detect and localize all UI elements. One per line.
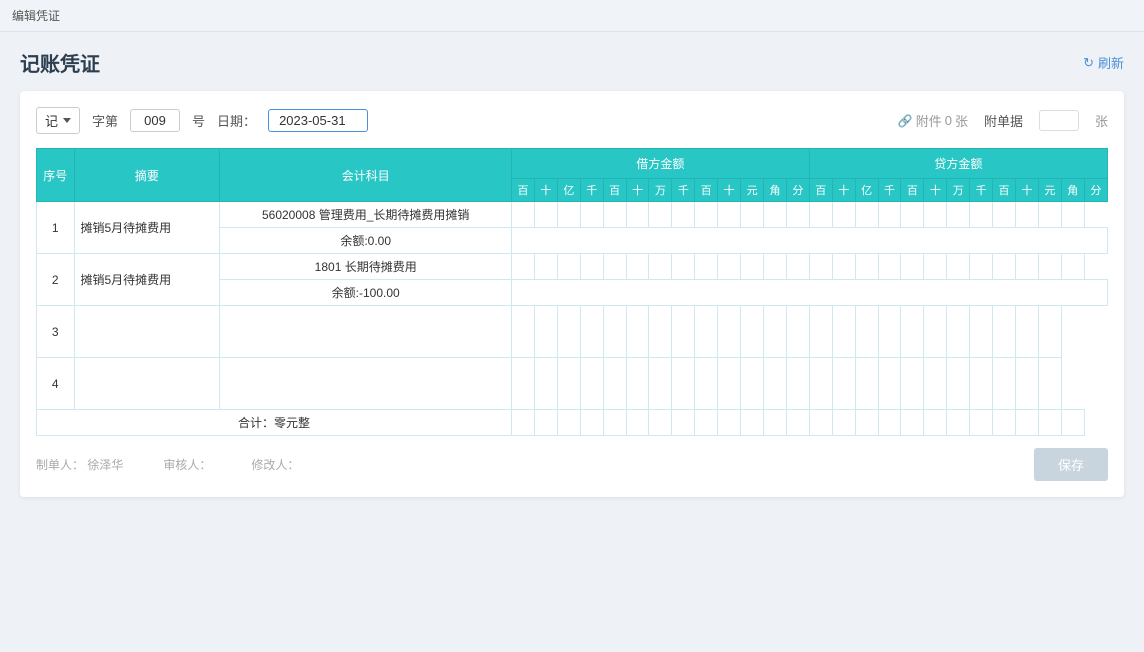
balance-cell-1: 余额:0.00 bbox=[220, 228, 512, 254]
sub-亿1: 亿 bbox=[557, 179, 580, 202]
sub-十3: 十 bbox=[718, 179, 741, 202]
attachment-link[interactable]: 🔗 附件 0 张 bbox=[898, 111, 968, 130]
sub-十6: 十 bbox=[1015, 179, 1038, 202]
chevron-down-icon bbox=[63, 118, 71, 123]
table-row-4: 4 bbox=[37, 358, 1108, 410]
date-value: 2023-05-31 bbox=[279, 113, 346, 128]
page-title: 记账凭证 bbox=[20, 48, 100, 77]
date-field[interactable]: 2023-05-31 bbox=[268, 109, 368, 132]
footer-row: 制单人： 徐泽华 审核人： 修改人： 保存 bbox=[36, 448, 1108, 481]
record-type-button[interactable]: 记 bbox=[36, 107, 80, 134]
paperclip-icon: 🔗 bbox=[898, 114, 913, 128]
save-button[interactable]: 保存 bbox=[1034, 448, 1108, 481]
table-container: 序号 摘要 会计科目 借方金额 贷方金额 百 十 亿 千 百 十 万 bbox=[36, 148, 1108, 436]
account-cell-4[interactable] bbox=[220, 358, 512, 410]
refresh-icon: ↻ bbox=[1083, 55, 1094, 71]
sub-角1: 角 bbox=[764, 179, 787, 202]
col-account-header: 会计科目 bbox=[220, 149, 512, 202]
balance-cell-2: 余额:-100.00 bbox=[220, 280, 512, 306]
voucher-card: 记 字第 009 号 日期： 2023-05-31 🔗 附件 0 张 附单据 bbox=[20, 91, 1124, 497]
account-cell-1[interactable]: 56020008 管理费用_长期待摊费用摊销 bbox=[220, 202, 512, 228]
sheets-input[interactable] bbox=[1039, 110, 1079, 131]
total-row: 合计：零元整 bbox=[37, 410, 1108, 436]
form-row: 记 字第 009 号 日期： 2023-05-31 🔗 附件 0 张 附单据 bbox=[36, 107, 1108, 134]
attachment-doc-label[interactable]: 附单据 bbox=[984, 111, 1023, 130]
summary-cell-4[interactable] bbox=[74, 358, 220, 410]
sub-百1: 百 bbox=[512, 179, 535, 202]
summary-cell-2[interactable]: 摊销5月待摊费用 bbox=[74, 254, 220, 306]
sub-分2: 分 bbox=[1084, 179, 1107, 202]
refresh-label: 刷新 bbox=[1098, 53, 1124, 72]
sub-十4: 十 bbox=[832, 179, 855, 202]
sub-角2: 角 bbox=[1061, 179, 1084, 202]
seq-cell-4: 4 bbox=[37, 358, 75, 410]
creator-value: 徐泽华 bbox=[87, 458, 123, 472]
page-header: 记账凭证 ↻ 刷新 bbox=[20, 48, 1124, 77]
sub-万1: 万 bbox=[649, 179, 672, 202]
attachment-unit: 张 bbox=[955, 111, 968, 130]
voucher-number-value: 009 bbox=[144, 113, 166, 128]
sub-元2: 元 bbox=[1038, 179, 1061, 202]
summary-cell-3[interactable] bbox=[74, 306, 220, 358]
debit-group-header: 借方金额 bbox=[512, 149, 810, 179]
seq-cell-3: 3 bbox=[37, 306, 75, 358]
account-cell-3[interactable] bbox=[220, 306, 512, 358]
sub-分1: 分 bbox=[786, 179, 809, 202]
sub-元1: 元 bbox=[741, 179, 764, 202]
zi-label: 字第 bbox=[92, 111, 118, 130]
modifier-label: 修改人： bbox=[251, 458, 299, 472]
main-container: 记账凭证 ↻ 刷新 记 字第 009 号 日期： 2023-05-31 🔗 bbox=[0, 32, 1144, 652]
sub-十1: 十 bbox=[534, 179, 557, 202]
creator-area: 制单人： 徐泽华 bbox=[36, 456, 123, 473]
voucher-table: 序号 摘要 会计科目 借方金额 贷方金额 百 十 亿 千 百 十 万 bbox=[36, 148, 1108, 436]
record-type-value: 记 bbox=[45, 111, 58, 130]
attachment-area: 🔗 附件 0 张 附单据 张 bbox=[898, 110, 1108, 131]
table-row-2: 2 摊销5月待摊费用 1801 长期待摊费用 bbox=[37, 254, 1108, 280]
voucher-number-field[interactable]: 009 bbox=[130, 109, 180, 132]
col-seq-header: 序号 bbox=[37, 149, 75, 202]
refresh-button[interactable]: ↻ 刷新 bbox=[1083, 53, 1124, 72]
sub-百4: 百 bbox=[809, 179, 832, 202]
sheets-label: 张 bbox=[1095, 111, 1108, 130]
title-bar-text: 编辑凭证 bbox=[12, 7, 60, 24]
sub-千2: 千 bbox=[672, 179, 695, 202]
modifier-area: 修改人： bbox=[251, 456, 299, 473]
col-summary-header: 摘要 bbox=[74, 149, 220, 202]
table-header-row: 序号 摘要 会计科目 借方金额 贷方金额 bbox=[37, 149, 1108, 179]
credit-group-header: 贷方金额 bbox=[809, 149, 1107, 179]
sub-千3: 千 bbox=[878, 179, 901, 202]
seq-cell-1: 1 bbox=[37, 202, 75, 254]
title-bar: 编辑凭证 bbox=[0, 0, 1144, 32]
table-row-3: 3 bbox=[37, 306, 1108, 358]
sub-百3: 百 bbox=[695, 179, 718, 202]
sub-万2: 万 bbox=[947, 179, 970, 202]
creator-label: 制单人： bbox=[36, 458, 84, 472]
sub-亿2: 亿 bbox=[855, 179, 878, 202]
date-label: 日期： bbox=[217, 111, 256, 130]
sub-百6: 百 bbox=[993, 179, 1016, 202]
sub-百2: 百 bbox=[603, 179, 626, 202]
reviewer-label: 审核人： bbox=[163, 458, 211, 472]
total-cell: 合计：零元整 bbox=[37, 410, 512, 436]
sub-十5: 十 bbox=[924, 179, 947, 202]
attachment-label: 附件 bbox=[916, 111, 942, 130]
reviewer-area: 审核人： bbox=[163, 456, 211, 473]
sub-十2: 十 bbox=[626, 179, 649, 202]
sub-千1: 千 bbox=[580, 179, 603, 202]
account-cell-2[interactable]: 1801 长期待摊费用 bbox=[220, 254, 512, 280]
sub-百5: 百 bbox=[901, 179, 924, 202]
seq-cell-2: 2 bbox=[37, 254, 75, 306]
sub-千4: 千 bbox=[970, 179, 993, 202]
attachment-count: 0 bbox=[945, 113, 952, 128]
summary-cell-1[interactable]: 摊销5月待摊费用 bbox=[74, 202, 220, 254]
hao-label: 号 bbox=[192, 111, 205, 130]
table-row: 1 摊销5月待摊费用 56020008 管理费用_长期待摊费用摊销 bbox=[37, 202, 1108, 228]
